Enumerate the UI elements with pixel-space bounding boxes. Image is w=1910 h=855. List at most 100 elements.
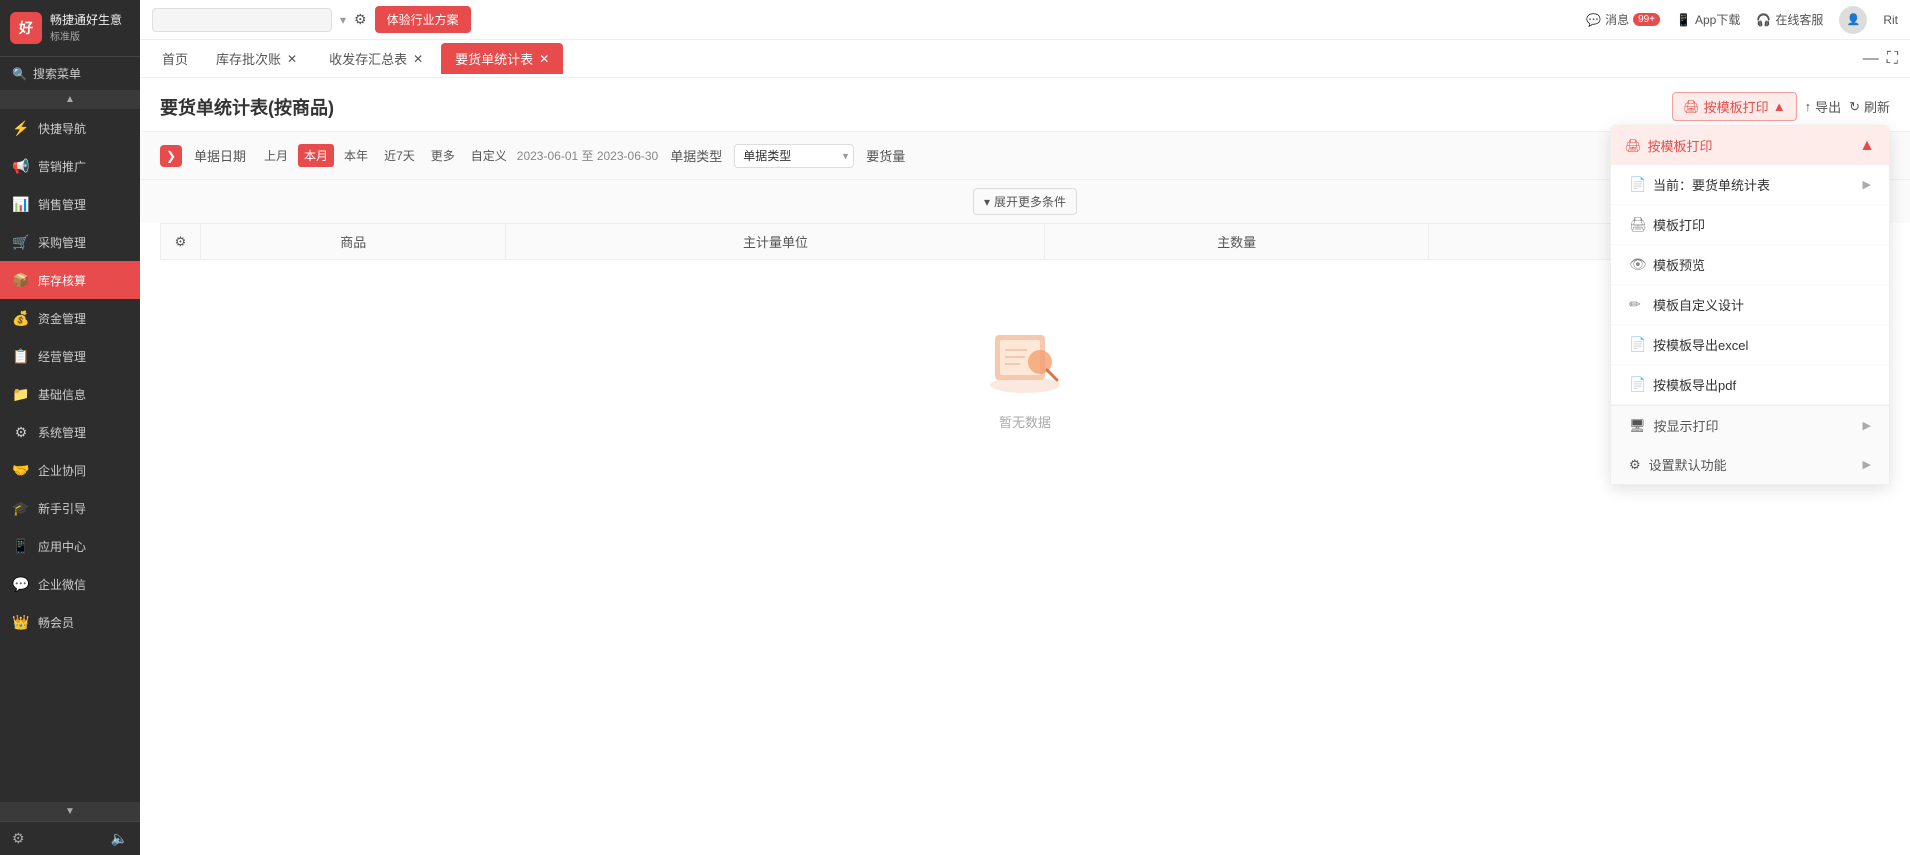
date-btn-this-month[interactable]: 本月 <box>298 144 334 167</box>
dropdown-template-excel[interactable]: 📄 按模板导出excel <box>1611 325 1889 365</box>
sidebar-item-member[interactable]: 👑 畅会员 <box>0 603 140 641</box>
app-download-btn[interactable]: 📱 App下载 <box>1676 11 1740 28</box>
template-pdf-icon: 📄 <box>1629 376 1645 393</box>
top-settings-btn[interactable]: ⚙ <box>354 11 367 28</box>
marketing-icon: 📢 <box>12 157 30 175</box>
window-minimize-btn[interactable]: — <box>1863 50 1879 68</box>
tab-bar-right: — ⛶ <box>1863 50 1898 68</box>
refresh-icon: ↻ <box>1849 99 1860 115</box>
th-unit: 主计量单位 <box>506 224 1045 260</box>
tab-close-collection-summary[interactable]: ✕ <box>413 53 423 65</box>
footer-speaker-btn[interactable]: 🔈 <box>111 830 128 847</box>
expand-more-btn[interactable]: ▾ 展开更多条件 <box>973 188 1077 215</box>
sidebar-item-sales[interactable]: 📊 销售管理 <box>0 185 140 223</box>
default-func-chevron: ▶ <box>1863 458 1871 471</box>
footer-settings-btn[interactable]: ⚙ <box>12 830 25 847</box>
filter-expand-btn[interactable]: ❯ <box>160 145 182 167</box>
newbie-icon: 🎓 <box>12 499 30 517</box>
refresh-btn[interactable]: ↻ 刷新 <box>1849 97 1890 116</box>
tab-close-inventory-batch[interactable]: ✕ <box>287 53 297 65</box>
export-btn[interactable]: ↑ 导出 <box>1805 97 1842 116</box>
basics-icon: 📁 <box>12 385 30 403</box>
template-custom-icon: ✏ <box>1629 296 1645 313</box>
display-print-chevron: ▶ <box>1863 419 1871 432</box>
sidebar-item-collab[interactable]: 🤝 企业协同 <box>0 451 140 489</box>
wechat-icon: 💬 <box>12 575 30 593</box>
sidebar-item-inventory[interactable]: 📦 库存核算 <box>0 261 140 299</box>
sidebar-item-purchase[interactable]: 🛒 采购管理 <box>0 223 140 261</box>
message-btn[interactable]: 💬 消息 99+ <box>1586 11 1660 28</box>
date-btn-this-year[interactable]: 本年 <box>338 144 374 167</box>
main-content: ▾ ⚙ 体验行业方案 💬 消息 99+ 📱 App下载 🎧 在线客服 👤 Rit… <box>140 0 1910 855</box>
page-title: 要货单统计表(按商品) <box>160 94 334 120</box>
dropdown-template-print[interactable]: 🖨 模板打印 <box>1611 205 1889 245</box>
dropdown-template-custom[interactable]: ✏ 模板自定义设计 <box>1611 285 1889 325</box>
top-search-input[interactable] <box>152 8 332 32</box>
logo-icon: 好 <box>10 12 42 44</box>
export-icon: ↑ <box>1805 99 1812 114</box>
sidebar-item-quick-nav[interactable]: ⚡ 快捷导航 <box>0 109 140 147</box>
template-excel-icon: 📄 <box>1629 336 1645 353</box>
header-right: 💬 消息 99+ 📱 App下载 🎧 在线客服 👤 Rit <box>1586 6 1898 34</box>
sidebar-item-finance[interactable]: 💰 资金管理 <box>0 299 140 337</box>
app-version: 标准版 <box>50 28 122 43</box>
dropdown-template-preview[interactable]: 👁 模板预览 <box>1611 245 1889 285</box>
search-menu[interactable]: 🔍 搜索菜单 <box>0 57 140 90</box>
industry-btn[interactable]: 体验行业方案 <box>375 6 471 33</box>
service-icon: 🎧 <box>1756 13 1771 27</box>
dropdown-display-print[interactable]: 🖥 按显示打印 ▶ <box>1611 406 1889 445</box>
th-product: 商品 <box>201 224 506 260</box>
sidebar-item-wechat[interactable]: 💬 企业微信 <box>0 565 140 603</box>
appstore-icon: 📱 <box>12 537 30 555</box>
date-btn-custom[interactable]: 自定义 <box>465 144 513 167</box>
th-settings[interactable]: ⚙ <box>161 224 201 260</box>
sidebar-item-system[interactable]: ⚙ 系统管理 <box>0 413 140 451</box>
date-btn-7days[interactable]: 近7天 <box>378 144 421 167</box>
dropdown-default-func[interactable]: ⚙ 设置默认功能 ▶ <box>1611 445 1889 484</box>
dropdown-template-pdf[interactable]: 📄 按模板导出pdf <box>1611 365 1889 405</box>
template-print-icon: 🖨 <box>1629 216 1645 233</box>
sidebar-item-operations[interactable]: 📋 经营管理 <box>0 337 140 375</box>
avatar[interactable]: 👤 <box>1839 6 1867 34</box>
order-type-select-wrap: 单据类型 <box>734 144 854 168</box>
sidebar-item-newbie[interactable]: 🎓 新手引导 <box>0 489 140 527</box>
th-qty: 主数量 <box>1045 224 1428 260</box>
template-preview-icon: 👁 <box>1629 256 1645 273</box>
app-logo: 好 畅捷通好生意 标准版 <box>0 0 140 57</box>
current-template-chevron: ▶ <box>1863 178 1871 191</box>
page-content: 要货单统计表(按商品) 🖨 按模板打印 ▲ ↑ 导出 ↻ 刷新 <box>140 78 1910 855</box>
online-service-btn[interactable]: 🎧 在线客服 <box>1756 11 1823 28</box>
window-maximize-btn[interactable]: ⛶ <box>1887 50 1898 68</box>
dropdown-close-btn[interactable]: ▲ <box>1859 137 1875 155</box>
dropdown-header: 🖨 按模板打印 ▲ <box>1611 126 1889 165</box>
date-btn-last-month[interactable]: 上月 <box>258 144 294 167</box>
empty-message: 暂无数据 <box>999 412 1051 431</box>
sidebar-item-appstore[interactable]: 📱 应用中心 <box>0 527 140 565</box>
order-type-label: 单据类型 <box>670 146 722 165</box>
order-qty-label: 要货量 <box>866 146 905 165</box>
sidebar-footer: ⚙ 🔈 <box>0 821 140 855</box>
date-range: 2023-06-01 至 2023-06-30 <box>517 147 658 164</box>
dropdown-current-template[interactable]: 📄 当前：要货单统计表 ▶ <box>1611 165 1889 205</box>
tab-close-order-summary[interactable]: ✕ <box>539 53 549 65</box>
search-dropdown-arrow[interactable]: ▾ <box>340 13 346 27</box>
tab-order-summary[interactable]: 要货单统计表 ✕ <box>441 43 563 74</box>
quick-nav-icon: ⚡ <box>12 119 30 137</box>
tab-home[interactable]: 首页 <box>152 43 198 74</box>
scroll-up-btn[interactable]: ▲ <box>0 90 140 109</box>
tab-bar: 首页 库存批次账 ✕ 收发存汇总表 ✕ 要货单统计表 ✕ — ⛶ <box>140 40 1910 78</box>
collab-icon: 🤝 <box>12 461 30 479</box>
dropdown-printer-icon: 🖨 <box>1625 138 1642 154</box>
tab-collection-summary[interactable]: 收发存汇总表 ✕ <box>315 43 437 74</box>
sidebar-item-marketing[interactable]: 📢 营销推广 <box>0 147 140 185</box>
tab-inventory-batch[interactable]: 库存批次账 ✕ <box>202 43 311 74</box>
app-name: 畅捷通好生意 <box>50 13 122 29</box>
top-header: ▾ ⚙ 体验行业方案 💬 消息 99+ 📱 App下载 🎧 在线客服 👤 Rit <box>140 0 1910 40</box>
order-type-select[interactable]: 单据类型 <box>734 144 854 168</box>
date-btn-more[interactable]: 更多 <box>425 144 461 167</box>
message-badge: 99+ <box>1633 13 1660 26</box>
scroll-down-btn[interactable]: ▼ <box>0 802 140 821</box>
sidebar-item-basics[interactable]: 📁 基础信息 <box>0 375 140 413</box>
print-template-btn[interactable]: 🖨 按模板打印 ▲ <box>1672 92 1796 121</box>
display-print-icon: 🖥 <box>1629 418 1646 434</box>
